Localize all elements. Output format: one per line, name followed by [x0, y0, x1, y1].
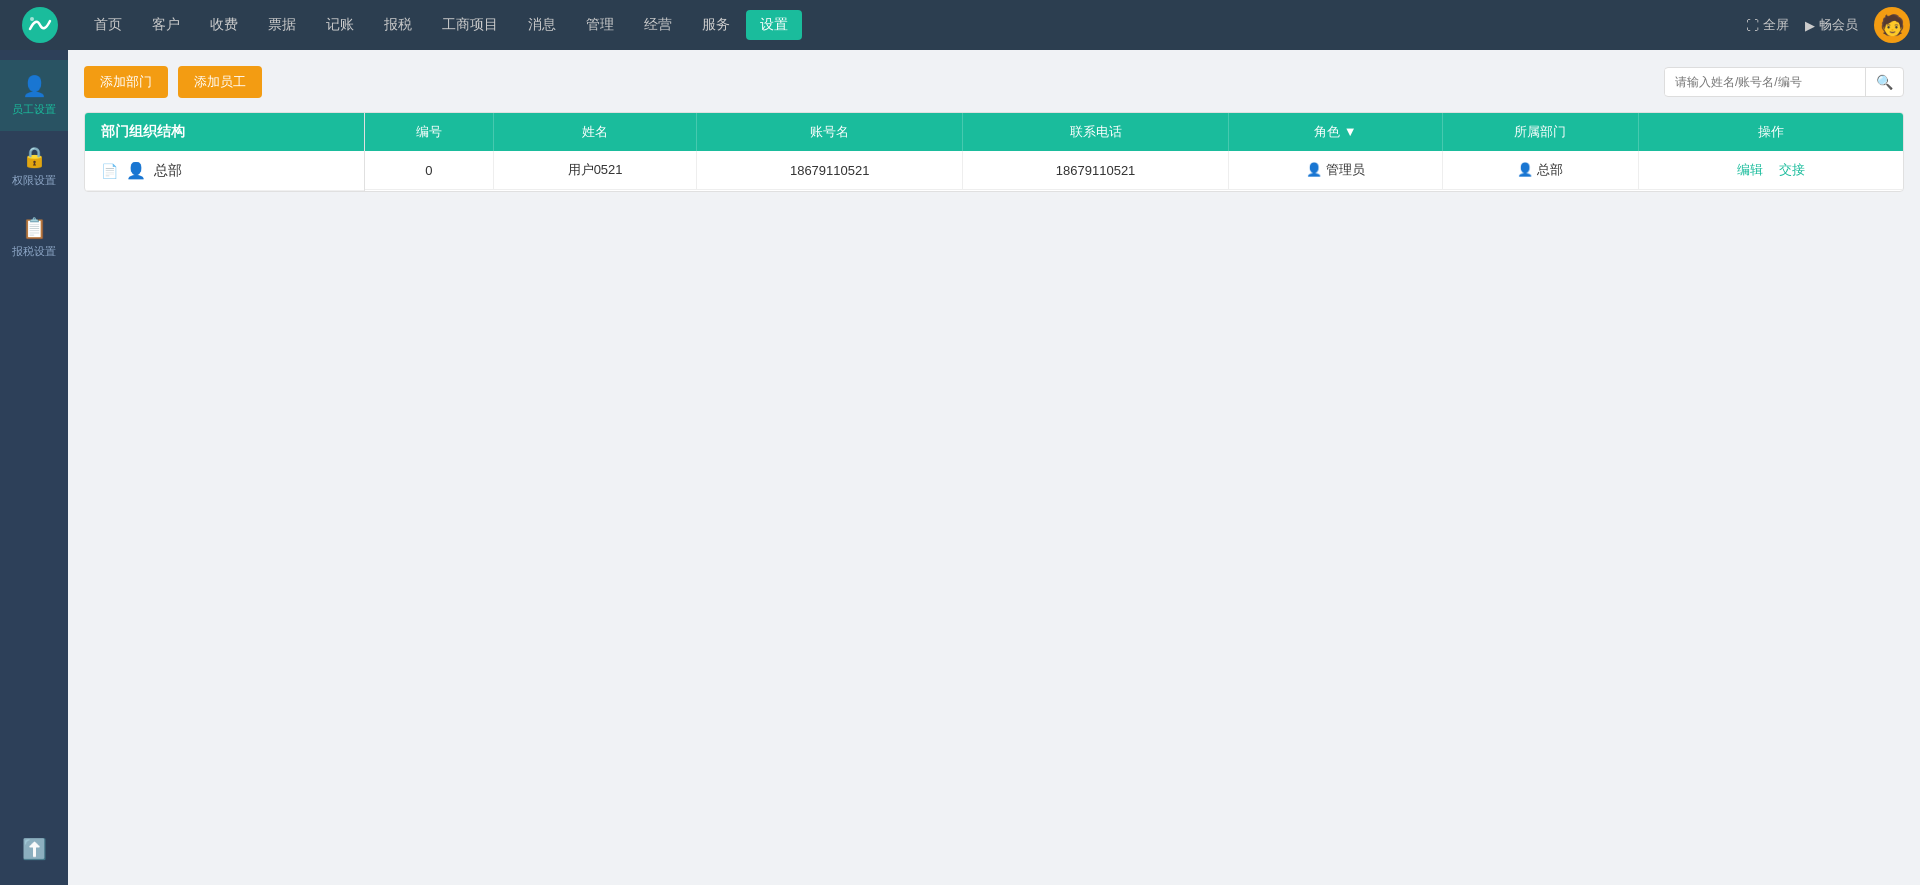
logo-icon — [22, 7, 58, 43]
col-header-actions: 操作 — [1638, 113, 1903, 151]
permissions-icon: 🔒 — [22, 145, 47, 169]
cell-id: 0 — [365, 151, 493, 190]
nav-item-home[interactable]: 首页 — [80, 10, 136, 40]
taxsettings-icon: 📋 — [22, 216, 47, 240]
logo — [10, 7, 70, 43]
nav-item-service[interactable]: 服务 — [688, 10, 744, 40]
table-panel: 编号 姓名 账号名 联系电话 角色 ▼ 所属部门 操作 0 用户0521 18 — [365, 113, 1903, 191]
cell-account: 18679110521 — [697, 151, 963, 190]
search-box: 🔍 — [1664, 67, 1904, 97]
toolbar: 添加部门 添加员工 🔍 — [84, 66, 1904, 98]
sidebar-item-taxsettings[interactable]: 📋 报税设置 — [0, 202, 68, 273]
tree-item-headquarters[interactable]: 📄 👤 总部 — [85, 151, 364, 191]
add-staff-button[interactable]: 添加员工 — [178, 66, 262, 98]
employee-icon: 👤 — [22, 74, 47, 98]
cell-name: 用户0521 — [493, 151, 696, 190]
vip-btn[interactable]: ▶ 畅会员 — [1805, 16, 1858, 34]
fullscreen-label: 全屏 — [1763, 16, 1789, 34]
avatar[interactable]: 🧑 — [1874, 7, 1910, 43]
svg-point-1 — [30, 17, 34, 21]
tree-user-icon: 👤 — [126, 161, 146, 180]
col-header-name: 姓名 — [493, 113, 696, 151]
dept-user-icon: 👤 — [1517, 162, 1533, 177]
nav-item-tax[interactable]: 报税 — [370, 10, 426, 40]
fullscreen-icon: ⛶ — [1746, 18, 1759, 33]
cell-actions: 编辑 交接 — [1638, 151, 1903, 190]
nav-item-message[interactable]: 消息 — [514, 10, 570, 40]
handover-link[interactable]: 交接 — [1779, 162, 1805, 177]
nav-item-operation[interactable]: 经营 — [630, 10, 686, 40]
nav-right: ⛶ 全屏 ▶ 畅会员 🧑 — [1746, 7, 1910, 43]
col-header-dept: 所属部门 — [1442, 113, 1638, 151]
nav-item-client[interactable]: 客户 — [138, 10, 194, 40]
sidebar-label-permissions: 权限设置 — [12, 173, 56, 188]
search-icon: 🔍 — [1876, 74, 1893, 90]
upload-icon: ⬆️ — [22, 837, 47, 861]
vip-label: 畅会员 — [1819, 16, 1858, 34]
search-input[interactable] — [1665, 69, 1865, 95]
cell-phone: 18679110521 — [963, 151, 1229, 190]
add-dept-button[interactable]: 添加部门 — [84, 66, 168, 98]
nav-item-manage[interactable]: 管理 — [572, 10, 628, 40]
edit-link[interactable]: 编辑 — [1737, 162, 1763, 177]
cell-dept: 👤总部 — [1442, 151, 1638, 190]
top-nav: 首页 客户 收费 票据 记账 报税 工商项目 消息 管理 经营 服务 设置 ⛶ … — [0, 0, 1920, 50]
table-row: 0 用户0521 18679110521 18679110521 👤管理员 👤总… — [365, 151, 1903, 190]
col-header-role[interactable]: 角色 ▼ — [1229, 113, 1443, 151]
sidebar-item-permissions[interactable]: 🔒 权限设置 — [0, 131, 68, 202]
tree-panel: 部门组织结构 📄 👤 总部 — [85, 113, 365, 191]
sidebar-label-employee: 员工设置 — [12, 102, 56, 117]
sidebar-bottom: ⬆️ — [22, 823, 47, 885]
sidebar: 👤 员工设置 🔒 权限设置 📋 报税设置 ⬆️ — [0, 50, 68, 885]
col-header-id: 编号 — [365, 113, 493, 151]
nav-item-ticket[interactable]: 票据 — [254, 10, 310, 40]
employee-table: 编号 姓名 账号名 联系电话 角色 ▼ 所属部门 操作 0 用户0521 18 — [365, 113, 1903, 190]
search-button[interactable]: 🔍 — [1865, 68, 1903, 96]
col-header-phone: 联系电话 — [963, 113, 1229, 151]
nav-item-settings[interactable]: 设置 — [746, 10, 802, 40]
sidebar-item-upload[interactable]: ⬆️ — [22, 823, 47, 875]
nav-item-bookkeeping[interactable]: 记账 — [312, 10, 368, 40]
fullscreen-btn[interactable]: ⛶ 全屏 — [1746, 16, 1789, 34]
nav-items: 首页 客户 收费 票据 记账 报税 工商项目 消息 管理 经营 服务 设置 — [80, 10, 1746, 40]
sidebar-label-taxsettings: 报税设置 — [12, 244, 56, 259]
col-header-account: 账号名 — [697, 113, 963, 151]
nav-item-fee[interactable]: 收费 — [196, 10, 252, 40]
sidebar-item-employee[interactable]: 👤 员工设置 — [0, 60, 68, 131]
content-area: 部门组织结构 📄 👤 总部 编号 姓名 账号名 联系电话 — [84, 112, 1904, 192]
role-user-icon: 👤 — [1306, 162, 1322, 177]
main-content: 添加部门 添加员工 🔍 部门组织结构 📄 👤 总部 — [68, 50, 1920, 885]
nav-item-commerce[interactable]: 工商项目 — [428, 10, 512, 40]
tree-header: 部门组织结构 — [85, 113, 364, 151]
video-icon: ▶ — [1805, 18, 1815, 33]
cell-role: 👤管理员 — [1229, 151, 1443, 190]
tree-item-label: 总部 — [154, 162, 182, 180]
file-icon: 📄 — [101, 163, 118, 179]
layout: 👤 员工设置 🔒 权限设置 📋 报税设置 ⬆️ 添加部门 添加员工 🔍 — [0, 50, 1920, 885]
